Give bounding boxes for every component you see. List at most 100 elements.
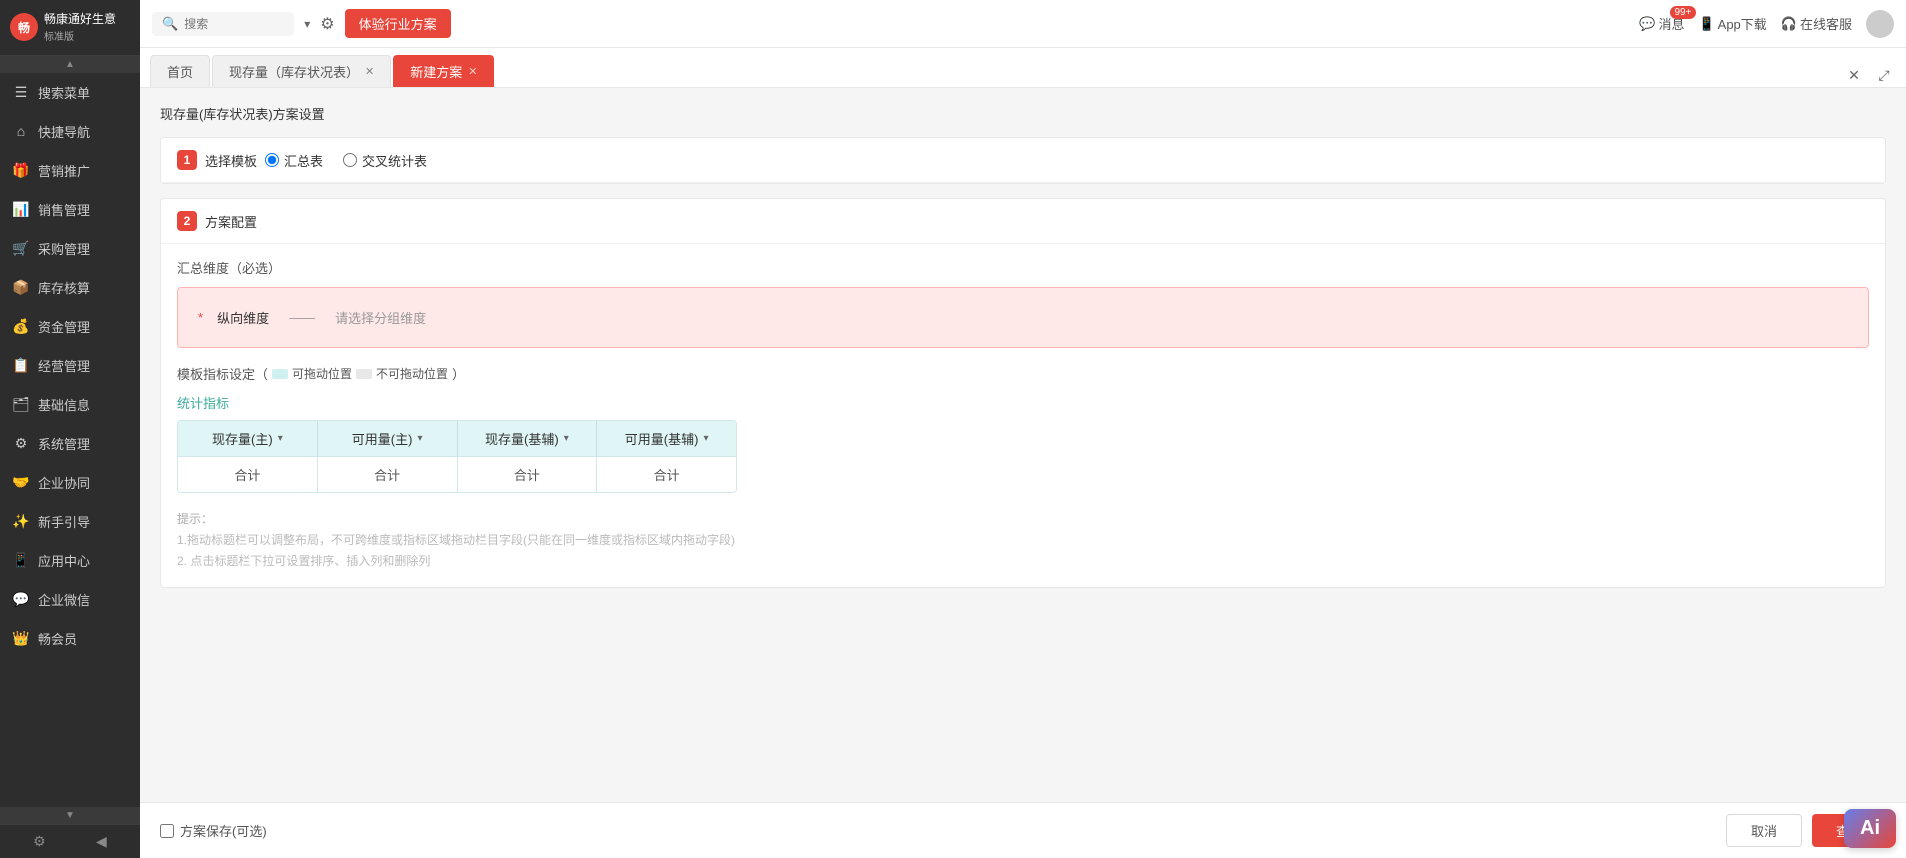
inventory-icon: 📦 <box>12 278 30 296</box>
sidebar-item-purchase[interactable]: 🛒 采购管理 <box>0 229 140 268</box>
template-summary-label: 汇总表 <box>284 151 323 170</box>
sidebar-item-app-center[interactable]: 📱应用中心 <box>0 541 140 580</box>
page-title: 现存量(库存状况表)方案设置 <box>160 104 1886 123</box>
sidebar-item-sales[interactable]: 📊销售管理 <box>0 190 140 229</box>
sidebar-item-label: 搜索菜单 <box>38 83 90 102</box>
stats-header-col: 现存量(主)▾ <box>178 421 318 456</box>
headset-icon: 🎧 <box>1781 16 1797 32</box>
cancel-button[interactable]: 取消 <box>1726 814 1802 847</box>
content-area: 现存量(库存状况表)方案设置 1 选择模板 汇总表 交叉统计表 <box>140 88 1906 802</box>
sales-icon: 📊 <box>12 200 30 218</box>
message-btn[interactable]: 💬 消息 99+ <box>1639 14 1684 33</box>
step2-section: 2 方案配置 汇总维度（必选） * 纵向维度 —— 请选择分组维度 模板指标设定… <box>160 198 1886 588</box>
sidebar-item-label: 资金管理 <box>38 317 90 336</box>
sidebar-item-label: 经营管理 <box>38 356 90 375</box>
sidebar-bottom: ⚙ ◀ <box>0 824 140 858</box>
sidebar-item-label: 新手引导 <box>38 512 90 531</box>
template-summary-radio[interactable] <box>265 153 279 167</box>
sidebar-scroll-up[interactable]: ▲ <box>0 56 140 73</box>
topbar-dropdown[interactable]: ▾ <box>304 17 310 31</box>
col-chevron-icon[interactable]: ▾ <box>703 433 708 444</box>
fixed-label: 不可拖动位置 <box>376 365 448 382</box>
tip-item-1: 1.拖动标题栏可以调整布局，不可跨维度或指标区域拖动栏目字段(只能在同一维度或指… <box>177 531 1869 549</box>
marketing-icon: 🎁 <box>12 161 30 179</box>
tip-item-2: 2. 点击标题栏下拉可设置排序、插入列和删除列 <box>177 552 1869 570</box>
sidebar-item-finance[interactable]: 💰资金管理 <box>0 307 140 346</box>
online-service-btn[interactable]: 🎧 在线客服 <box>1781 14 1852 33</box>
sidebar-item-label: 企业微信 <box>38 590 90 609</box>
indicator-legend-row: 模板指标设定（ 可拖动位置 不可拖动位置 ） <box>177 364 1869 383</box>
window-expand-btn[interactable]: ⤢ <box>1872 63 1896 87</box>
phone-icon: 📱 <box>1698 16 1714 32</box>
topbar-right: 💬 消息 99+ 📱 App下载 🎧 在线客服 <box>1639 10 1894 38</box>
tab-inventory-status[interactable]: 现存量（库存状况表） ✕ <box>212 55 391 87</box>
step1-badge: 1 <box>177 150 197 170</box>
step1-header: 1 选择模板 汇总表 交叉统计表 <box>161 138 1885 183</box>
search-box[interactable]: 🔍 <box>152 12 294 36</box>
user-avatar[interactable] <box>1866 10 1894 38</box>
sidebar-item-basic-info[interactable]: 🗂基础信息 <box>0 385 140 424</box>
save-checkbox[interactable] <box>160 824 174 838</box>
sidebar-item-marketing[interactable]: 🎁营销推广 <box>0 151 140 190</box>
tab-home[interactable]: 首页 <box>150 55 210 87</box>
save-option[interactable]: 方案保存(可选) <box>160 821 267 840</box>
dimension-name: 纵向维度 <box>217 308 269 327</box>
tips-title: 提示： <box>177 510 1869 527</box>
stats-header-col: 现存量(基辅)▾ <box>458 421 598 456</box>
search-menu-icon: ☰ <box>12 83 30 101</box>
tab-new-plan[interactable]: 新建方案 ✕ <box>393 55 494 87</box>
main-area: 🔍 ▾ ⚙ 体验行业方案 💬 消息 99+ 📱 App下载 🎧 在线客服 <box>140 0 1906 858</box>
inventory-tab-close[interactable]: ✕ <box>365 65 374 78</box>
sidebar-settings-btn[interactable]: ⚙ <box>33 833 46 850</box>
template-cross-option[interactable]: 交叉统计表 <box>343 151 427 170</box>
app-center-icon: 📱 <box>12 551 30 569</box>
dimension-dash: —— <box>289 310 315 325</box>
sidebar-scroll-down[interactable]: ▼ <box>0 807 140 824</box>
new-guide-icon: ✨ <box>12 512 30 530</box>
trial-btn[interactable]: 体验行业方案 <box>345 9 451 38</box>
template-options: 汇总表 交叉统计表 <box>265 151 427 170</box>
app-name: 畅康通好生意 <box>44 12 116 28</box>
template-summary-option[interactable]: 汇总表 <box>265 151 323 170</box>
message-badge: 99+ <box>1670 6 1697 19</box>
sidebar-item-cooperation[interactable]: 🤝企业协同 <box>0 463 140 502</box>
window-close-btn[interactable]: ✕ <box>1842 63 1866 87</box>
indicator-legend-end: ） <box>452 364 465 383</box>
col-chevron-icon[interactable]: ▾ <box>278 433 283 444</box>
sidebar-collapse-btn[interactable]: ◀ <box>96 833 107 850</box>
message-icon: 💬 <box>1639 16 1655 32</box>
sidebar-item-system[interactable]: ⚙系统管理 <box>0 424 140 463</box>
template-cross-radio[interactable] <box>343 153 357 167</box>
sidebar-item-member[interactable]: 👑畅会员 <box>0 619 140 658</box>
sidebar-item-inventory[interactable]: 📦库存核算 <box>0 268 140 307</box>
new-plan-tab-close[interactable]: ✕ <box>468 65 477 78</box>
sidebar-item-operation[interactable]: 📋 经营管理 <box>0 346 140 385</box>
sidebar-item-new-guide[interactable]: ✨ 新手引导 <box>0 502 140 541</box>
bottom-bar: 方案保存(可选) 取消 查询 <box>140 802 1906 858</box>
sidebar-item-search-menu[interactable]: ☰ 搜索菜单 <box>0 73 140 112</box>
save-label: 方案保存(可选) <box>180 821 267 840</box>
stats-table: 现存量(主)▾可用量(主)▾现存量(基辅)▾可用量(基辅)▾ 合计合计合计合计 <box>177 420 737 493</box>
operation-icon: 📋 <box>12 356 30 374</box>
sidebar-item-quick-nav[interactable]: ⌂快捷导航 <box>0 112 140 151</box>
search-icon: 🔍 <box>162 16 178 32</box>
col-chevron-icon[interactable]: ▾ <box>417 433 422 444</box>
draggable-color <box>272 369 288 379</box>
sidebar-item-label: 畅会员 <box>38 629 77 648</box>
app-download-btn[interactable]: 📱 App下载 <box>1698 14 1766 33</box>
sidebar-item-wechat[interactable]: 💬企业微信 <box>0 580 140 619</box>
search-input[interactable] <box>184 17 284 31</box>
stats-cell: 合计 <box>178 457 318 492</box>
stats-cell: 合计 <box>597 457 736 492</box>
sidebar-item-label: 采购管理 <box>38 239 90 258</box>
topbar-settings-icon[interactable]: ⚙ <box>320 14 334 34</box>
sidebar-item-label: 企业协同 <box>38 473 90 492</box>
step2-header: 2 方案配置 <box>161 199 1885 244</box>
dimension-box[interactable]: * 纵向维度 —— 请选择分组维度 <box>177 287 1869 348</box>
col-chevron-icon[interactable]: ▾ <box>564 433 569 444</box>
quick-nav-icon: ⌂ <box>12 122 30 140</box>
step2-body: 汇总维度（必选） * 纵向维度 —— 请选择分组维度 模板指标设定（ 可拖动位置… <box>161 244 1885 587</box>
purchase-icon: 🛒 <box>12 239 30 257</box>
indicator-legend-label: 模板指标设定（ <box>177 364 268 383</box>
stats-cell: 合计 <box>458 457 598 492</box>
